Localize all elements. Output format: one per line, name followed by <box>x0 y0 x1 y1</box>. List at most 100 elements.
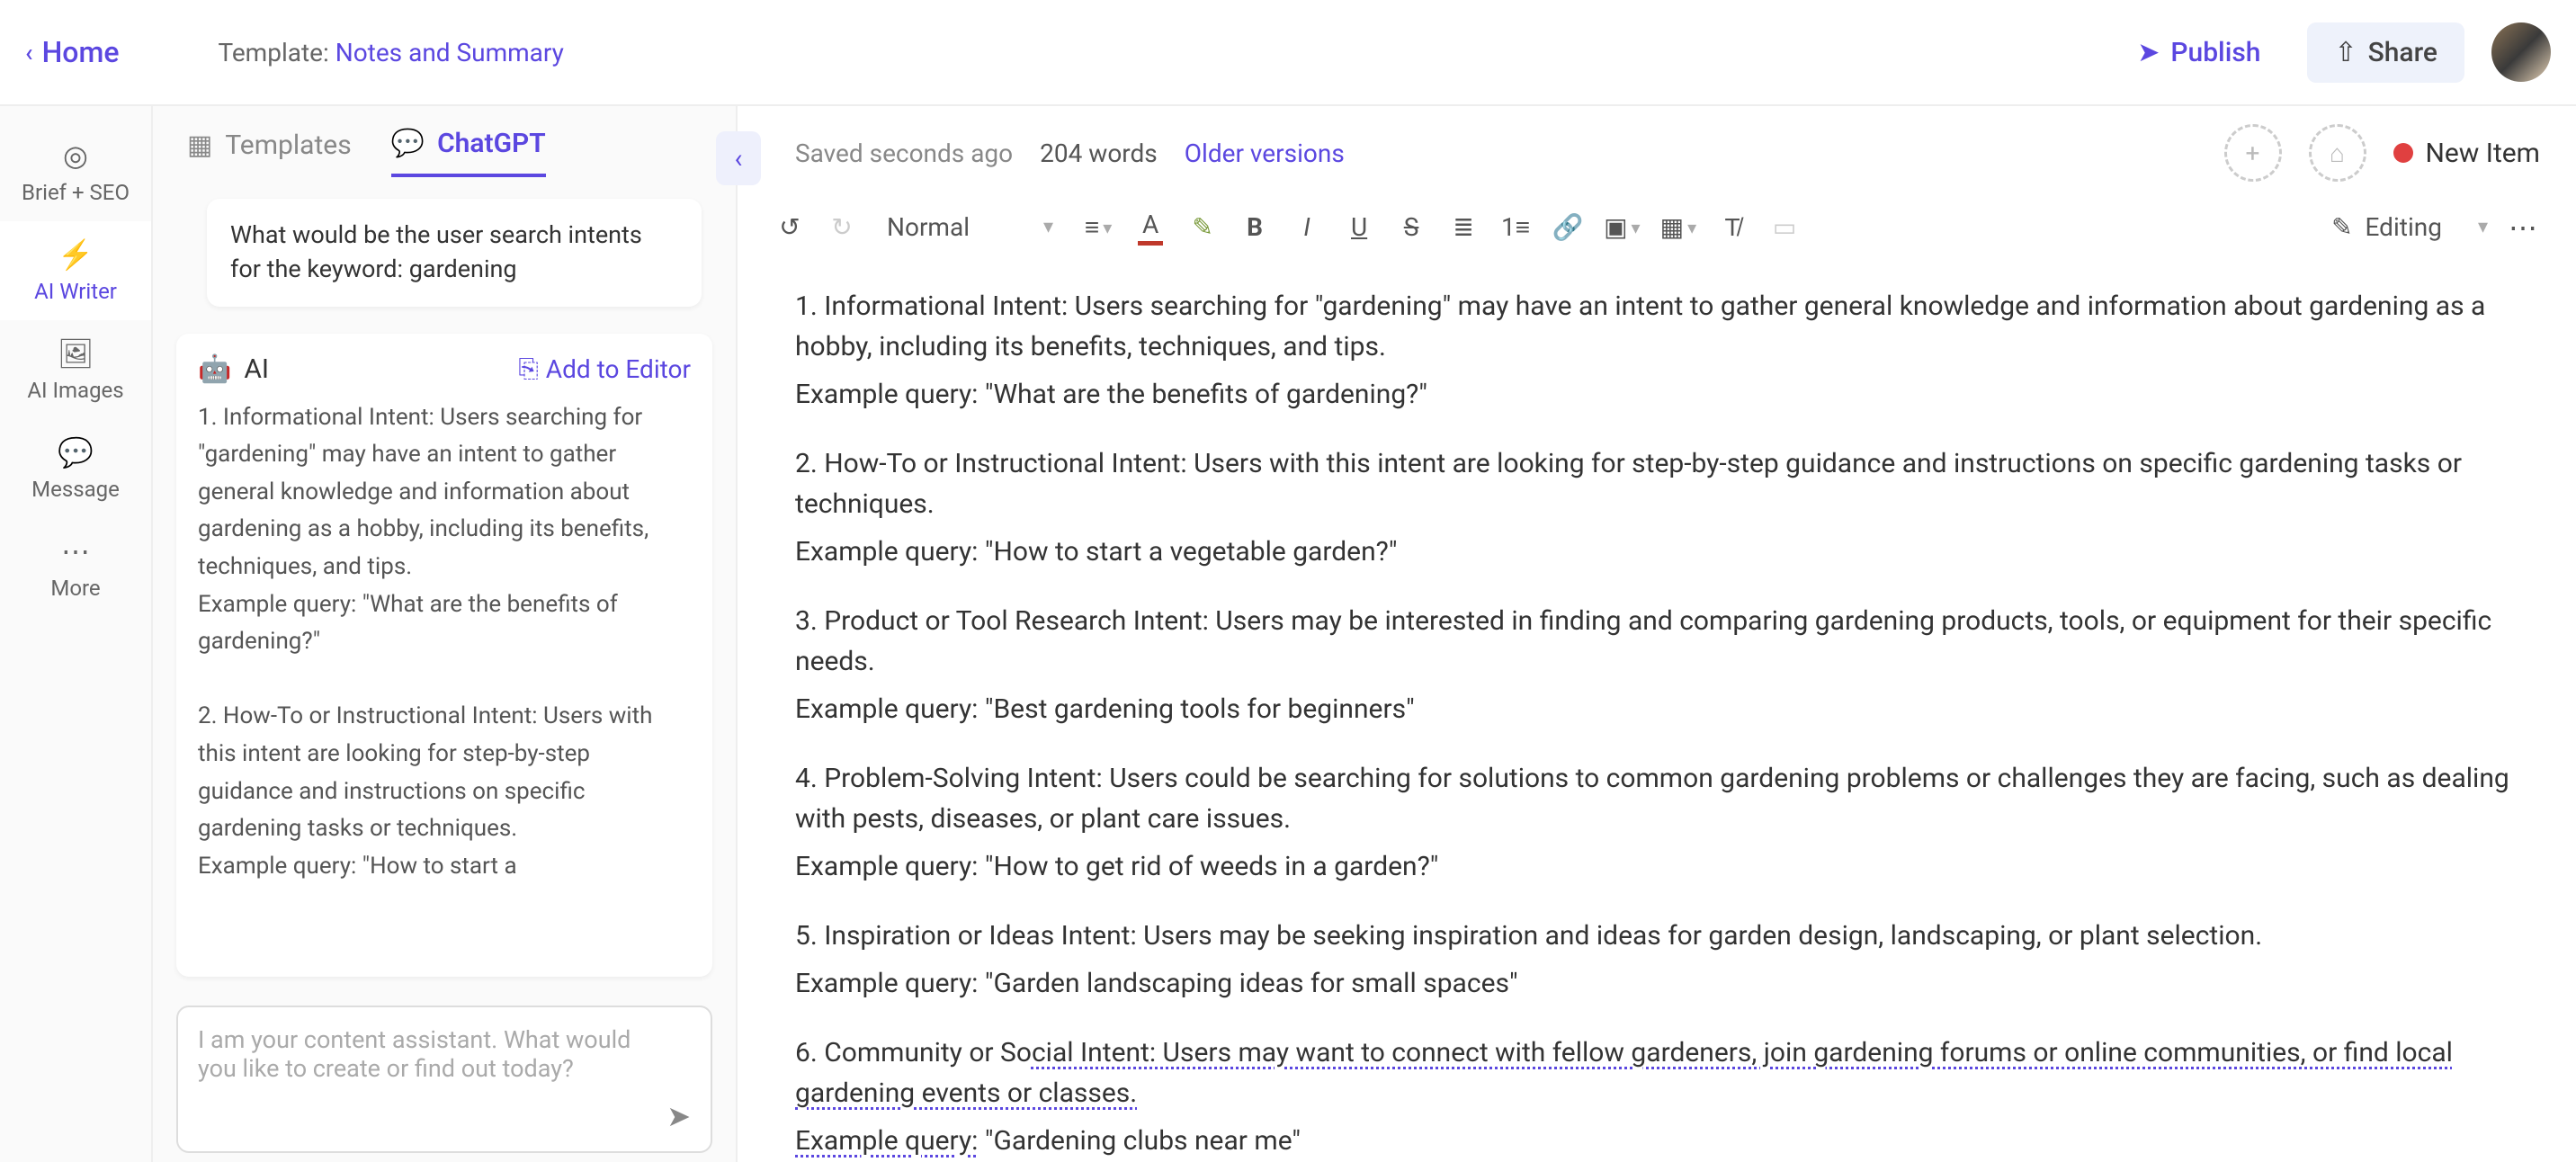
collapse-panel-button[interactable]: ‹ <box>716 131 761 185</box>
font-color-button[interactable]: A <box>1134 210 1167 246</box>
font-color-icon: A <box>1142 210 1158 239</box>
tab-chatgpt[interactable]: 💬 ChatGPT <box>391 128 546 177</box>
link-button[interactable]: 🔗 <box>1552 212 1584 242</box>
numbered-list-button[interactable]: 1≡ <box>1499 212 1532 242</box>
paragraph: Example query: "Gardening clubs near me" <box>795 1121 2518 1161</box>
dots-icon: ⋯ <box>61 534 90 568</box>
home-label: Home <box>42 35 120 69</box>
chat-icon: 💬 <box>391 128 425 159</box>
add-to-editor-label: Add to Editor <box>546 354 691 384</box>
add-collaborator-button[interactable]: + <box>2224 124 2282 182</box>
share-label: Share <box>2368 37 2437 68</box>
image-icon: ▣ <box>1604 212 1627 242</box>
share-button[interactable]: ⇧ Share <box>2307 22 2464 83</box>
status-dot-icon <box>2393 143 2413 163</box>
template-name[interactable]: Notes and Summary <box>335 38 564 67</box>
highlight-button[interactable]: ✎ <box>1186 212 1219 242</box>
publish-button[interactable]: ➤ Publish <box>2112 24 2285 81</box>
highlighter-icon: ✎ <box>1192 212 1212 242</box>
clear-format-button[interactable]: T̸ <box>1716 212 1749 242</box>
rail-more[interactable]: ⋯ More <box>0 518 151 617</box>
header: ‹ Home Template: Notes and Summary ➤ Pub… <box>0 0 2576 106</box>
paragraph: Example query: "Garden landscaping ideas… <box>795 963 2518 1004</box>
spell-suggestion[interactable]: Example query: <box>795 1125 978 1157</box>
panel-tabs: ▦ Templates 💬 ChatGPT <box>153 106 736 177</box>
avatar[interactable] <box>2491 22 2551 82</box>
breadcrumb: Template: Notes and Summary <box>218 38 563 67</box>
side-panel: ‹ ▦ Templates 💬 ChatGPT What would be th… <box>153 106 738 1162</box>
person-add-icon: + <box>2246 139 2260 168</box>
paragraph: 6. Community or Social Intent: Users may… <box>795 1032 2518 1113</box>
dots-icon: ⋯ <box>2509 210 2539 245</box>
underline-button[interactable]: U <box>1343 212 1375 242</box>
chevron-left-icon: ‹ <box>25 38 33 67</box>
pencil-icon: ✎ <box>2331 212 2352 242</box>
bolt-icon: ⚡ <box>58 237 94 272</box>
comment-icon: ▭ <box>1773 212 1796 242</box>
strikethrough-button[interactable]: S <box>1395 212 1427 242</box>
document-body[interactable]: 1. Informational Intent: Users searching… <box>738 264 2576 1162</box>
bullet-list-button[interactable]: ≣ <box>1447 212 1480 242</box>
send-button[interactable]: ➤ <box>666 1099 691 1133</box>
redo-button[interactable]: ↻ <box>826 212 858 242</box>
chevron-down-icon: ▾ <box>2478 216 2488 238</box>
tab-templates[interactable]: ▦ Templates <box>187 130 352 175</box>
robot-icon: 🤖 <box>198 353 231 385</box>
main-editor: Saved seconds ago 204 words Older versio… <box>738 106 2576 1162</box>
comment-button[interactable]: ▭ <box>1768 212 1801 242</box>
numbered-list-icon: 1≡ <box>1501 212 1530 242</box>
add-to-editor-button[interactable]: ⎘ Add to Editor <box>518 353 691 384</box>
paragraph: Example query: "Best gardening tools for… <box>795 689 2518 729</box>
ai-response-block: 🤖 AI ⎘ Add to Editor 1. Informational In… <box>176 334 712 977</box>
redo-icon: ↻ <box>831 212 852 242</box>
user-message: What would be the user search intents fo… <box>207 199 702 307</box>
rail-message[interactable]: 💬 Message <box>0 419 151 518</box>
tab-label: ChatGPT <box>437 128 546 159</box>
table-icon: ▦ <box>1660 212 1684 242</box>
paragraph: 3. Product or Tool Research Intent: User… <box>795 601 2518 682</box>
rail-label: Message <box>31 477 120 502</box>
new-item-label: New Item <box>2426 138 2541 169</box>
align-left-icon: ≡ <box>1085 212 1099 242</box>
rail-brief-seo[interactable]: ◎ Brief + SEO <box>0 122 151 221</box>
align-button[interactable]: ≡▾ <box>1082 212 1114 242</box>
older-versions-link[interactable]: Older versions <box>1185 139 1345 168</box>
spell-suggestion[interactable]: cial Intent: Users may want to connect w… <box>795 1037 2453 1109</box>
paragraph: Example query: "How to start a vegetable… <box>795 532 2518 572</box>
chevron-down-icon: ▾ <box>1687 217 1696 238</box>
ai-label: AI <box>244 353 269 385</box>
paragraph-style-select[interactable]: Normal ▾ <box>878 207 1062 247</box>
rail-ai-images[interactable]: 🖼 AI Images <box>0 320 151 419</box>
insert-image-button[interactable]: ▣▾ <box>1604 212 1641 242</box>
meta-row: Saved seconds ago 204 words Older versio… <box>738 106 2576 191</box>
target-icon: ◎ <box>63 139 88 173</box>
undo-button[interactable]: ↺ <box>774 212 806 242</box>
insert-table-button[interactable]: ▦▾ <box>1660 212 1697 242</box>
chevron-down-icon: ▾ <box>1632 217 1641 238</box>
composer: ➤ <box>176 1006 712 1153</box>
italic-button[interactable]: I <box>1291 212 1323 242</box>
send-icon: ➤ <box>2137 37 2160 68</box>
new-item-link[interactable]: New Item <box>2393 138 2541 169</box>
chevron-down-icon: ▾ <box>1103 217 1112 238</box>
publish-label: Publish <box>2170 37 2260 68</box>
add-attachment-button[interactable]: ⌂ <box>2309 124 2366 182</box>
paper-plane-icon: ➤ <box>666 1099 691 1133</box>
editing-mode-select[interactable]: ✎ Editing ▾ <box>2331 212 2488 242</box>
saved-status: Saved seconds ago <box>795 139 1013 168</box>
bold-button[interactable]: B <box>1239 212 1271 242</box>
paragraph: 5. Inspiration or Ideas Intent: Users ma… <box>795 916 2518 956</box>
rail-label: More <box>50 576 100 601</box>
briefcase-icon: ⌂ <box>2330 139 2345 168</box>
bullet-list-icon: ≣ <box>1453 212 1473 242</box>
home-link[interactable]: ‹ Home <box>25 35 119 69</box>
rail-ai-writer[interactable]: ⚡ AI Writer <box>0 221 151 320</box>
paragraph: Example query: "How to get rid of weeds … <box>795 846 2518 887</box>
tab-label: Templates <box>225 130 351 161</box>
left-rail: ◎ Brief + SEO ⚡ AI Writer 🖼 AI Images 💬 … <box>0 106 153 1162</box>
more-toolbar-button[interactable]: ⋯ <box>2508 210 2540 245</box>
composer-input[interactable] <box>198 1025 654 1133</box>
undo-icon: ↺ <box>779 212 800 242</box>
ai-response-text: 1. Informational Intent: Users searching… <box>198 399 691 957</box>
document-add-icon: ⎘ <box>518 353 538 384</box>
